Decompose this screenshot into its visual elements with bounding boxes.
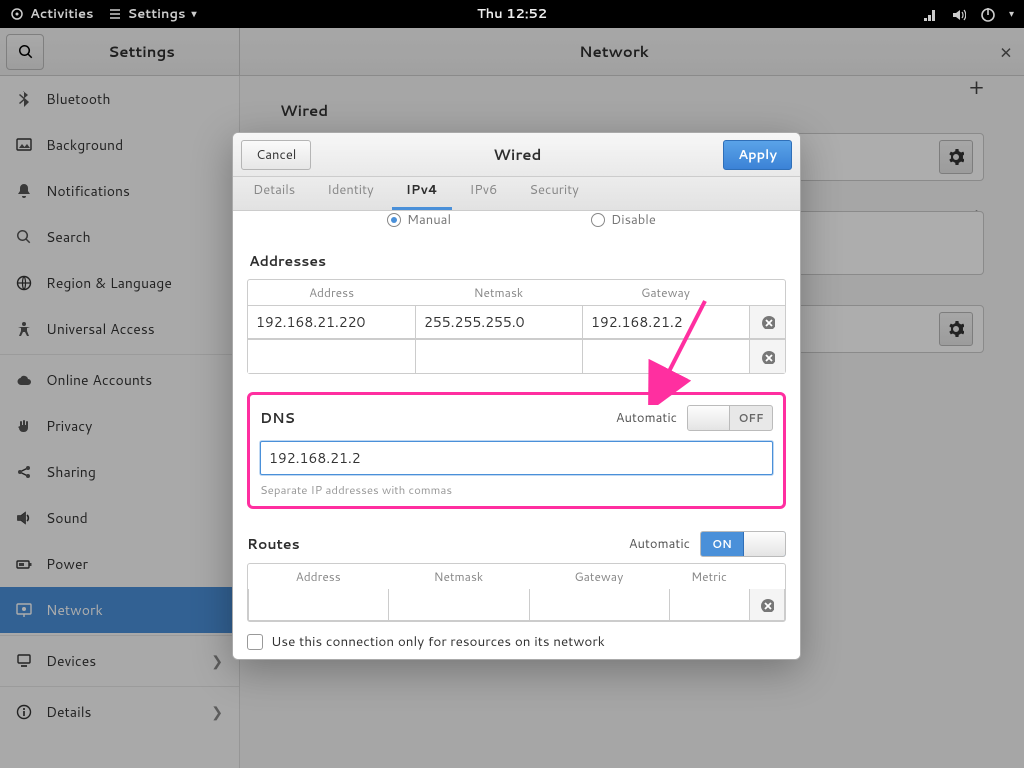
app-menu-label: Settings [128, 5, 186, 23]
col-metric: Metric [669, 564, 749, 589]
chevron-down-icon: ▾ [1009, 7, 1014, 21]
route-netmask-input[interactable] [388, 589, 528, 621]
apply-button[interactable]: Apply [723, 140, 792, 170]
col-netmask: Netmask [415, 280, 582, 305]
tab-details[interactable]: Details [239, 173, 309, 210]
chevron-down-icon: ▾ [191, 7, 196, 21]
col-gateway: Gateway [529, 564, 669, 589]
clock[interactable]: Thu 12:52 [477, 5, 547, 23]
route-metric-input[interactable] [669, 589, 749, 621]
dialog-tabs: Details Identity IPv4 IPv6 Security [233, 177, 800, 211]
route-row-empty [248, 589, 785, 621]
apply-label: Apply [738, 146, 777, 164]
dns-servers-input[interactable] [260, 441, 773, 475]
address-input[interactable] [248, 339, 415, 373]
activities-label: Activities [30, 5, 94, 23]
gateway-input[interactable] [582, 305, 749, 339]
switch-knob [743, 532, 785, 556]
cancel-button[interactable]: Cancel [241, 140, 311, 170]
routes-label: Routes [247, 534, 629, 554]
delete-route-button[interactable] [749, 589, 785, 621]
power-icon [980, 7, 995, 22]
radio-manual[interactable]: Manual [387, 211, 451, 229]
dns-automatic-switch[interactable]: OFF [687, 405, 773, 431]
connection-editor-dialog: Cancel Wired Apply Details Identity IPv4… [232, 132, 801, 660]
gnome-top-bar: Activities Settings ▾ Thu 12:52 ▾ [0, 0, 1024, 28]
cancel-label: Cancel [256, 146, 296, 164]
routes-table: Address Netmask Gateway Metric [247, 563, 786, 622]
tab-security[interactable]: Security [515, 173, 593, 210]
routes-automatic-label: Automatic [629, 535, 690, 553]
dns-hint: Separate IP addresses with commas [260, 481, 773, 498]
addresses-label: Addresses [249, 251, 786, 271]
delete-row-button[interactable] [749, 339, 785, 373]
system-tray[interactable]: ▾ [922, 7, 1014, 22]
dialog-title: Wired [311, 144, 723, 165]
radio-icon [591, 213, 605, 227]
ipv4-method-row: Manual Disable [247, 211, 786, 229]
address-input[interactable] [248, 305, 415, 339]
col-netmask: Netmask [388, 564, 528, 589]
app-menu[interactable]: Settings ▾ [108, 5, 197, 23]
settings-icon [108, 7, 122, 21]
remove-icon [761, 315, 775, 329]
routes-header: Routes Automatic ON [247, 531, 786, 557]
dns-label: DNS [260, 408, 616, 428]
volume-icon [951, 7, 966, 22]
gateway-input[interactable] [582, 339, 749, 373]
delete-row-button[interactable] [749, 305, 785, 339]
tab-ipv6[interactable]: IPv6 [456, 173, 512, 210]
tab-ipv4[interactable]: IPv4 [392, 173, 452, 210]
dns-section: DNS Automatic OFF Separate IP addresses … [247, 392, 786, 509]
remove-icon [760, 598, 774, 612]
activities-button[interactable]: Activities [10, 5, 94, 23]
address-row-empty [248, 339, 785, 373]
radio-label: Manual [407, 211, 451, 229]
dns-automatic-label: Automatic [616, 409, 677, 427]
tab-identity[interactable]: Identity [313, 173, 388, 210]
checkbox[interactable] [247, 634, 263, 650]
dialog-header: Cancel Wired Apply [233, 133, 800, 177]
radio-label: Disable [611, 211, 656, 229]
radio-disable[interactable]: Disable [591, 211, 656, 229]
netmask-input[interactable] [415, 305, 582, 339]
col-address: Address [248, 564, 388, 589]
addresses-table: Address Netmask Gateway [247, 279, 786, 374]
radio-icon [387, 213, 401, 227]
activities-icon [10, 7, 24, 21]
only-resources-row[interactable]: Use this connection only for resources o… [247, 632, 786, 651]
routes-automatic-switch[interactable]: ON [700, 531, 786, 557]
netmask-input[interactable] [415, 339, 582, 373]
col-gateway: Gateway [582, 280, 749, 305]
network-indicator-icon [922, 7, 937, 22]
remove-icon [761, 350, 775, 364]
only-resources-label: Use this connection only for resources o… [271, 632, 605, 651]
switch-text: OFF [730, 410, 772, 426]
col-address: Address [248, 280, 415, 305]
switch-text: ON [701, 536, 743, 552]
route-gateway-input[interactable] [529, 589, 669, 621]
address-row [248, 305, 785, 339]
switch-knob [688, 406, 730, 430]
dialog-body: Manual Disable Addresses Address Netmask… [233, 211, 800, 659]
route-address-input[interactable] [248, 589, 388, 621]
